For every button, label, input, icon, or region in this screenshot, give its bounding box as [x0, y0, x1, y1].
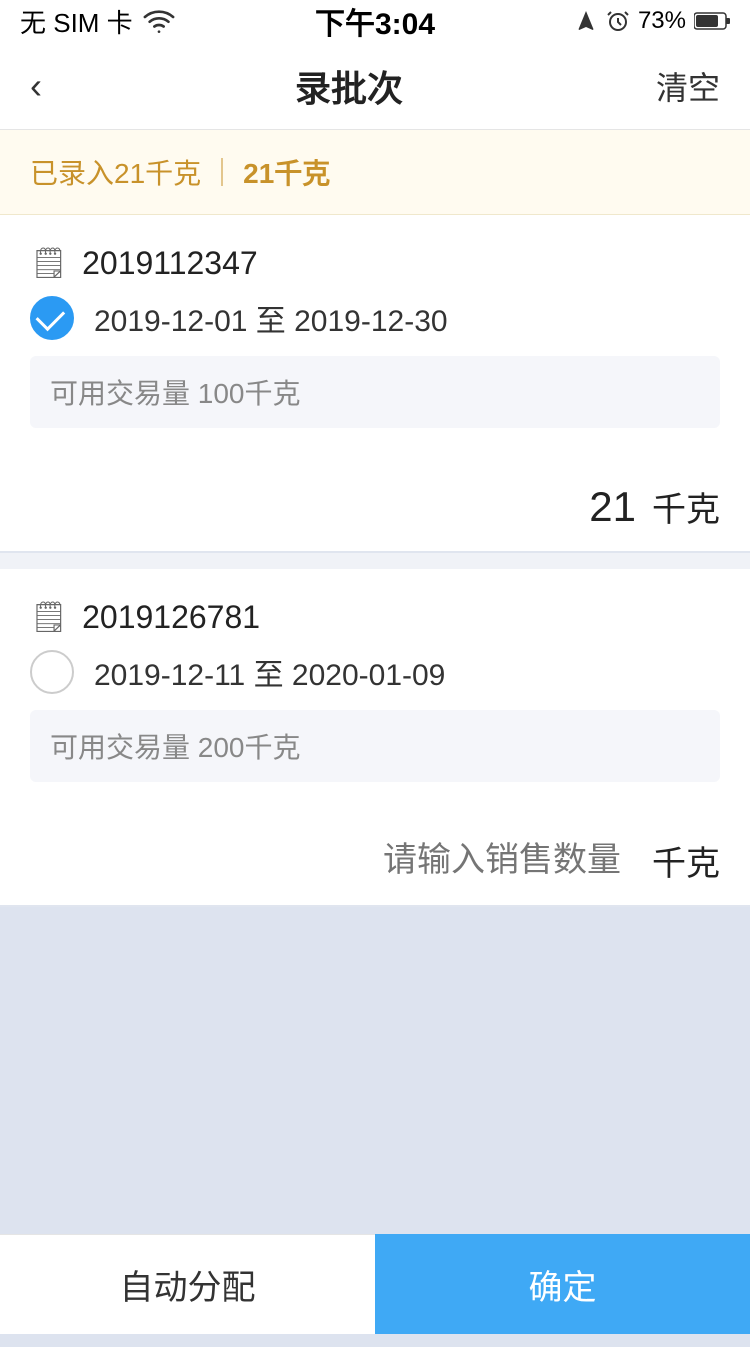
batch-id-1: 2019112347: [82, 245, 258, 282]
batch-header-2: 🗒 2019126781: [30, 599, 720, 636]
bottom-bar: 自动分配 确定: [0, 1234, 750, 1334]
clear-button[interactable]: 清空: [656, 63, 720, 109]
batch-card-1: 🗒 2019112347 2019-12-01 至 2019-12-30 可用交…: [0, 215, 750, 553]
batch-id-2: 2019126781: [82, 599, 260, 636]
status-right: 73%: [574, 7, 730, 35]
batch-card-2: 🗒 2019126781 2019-12-11 至 2020-01-09 可用交…: [0, 569, 750, 907]
status-left: 无 SIM 卡: [20, 3, 175, 40]
batch-id-icon-2: 🗒: [30, 600, 68, 635]
radio-2[interactable]: [30, 650, 74, 694]
radio-1[interactable]: [30, 296, 74, 340]
batch-header-1: 🗒 2019112347: [30, 245, 720, 282]
quantity-unit-1: 千克: [652, 482, 720, 531]
status-bar: 无 SIM 卡 下午3:04 73%: [0, 0, 750, 42]
batch-available-1: 可用交易量 100千克: [30, 356, 720, 428]
info-divider: [221, 158, 223, 186]
location-icon: [574, 9, 598, 33]
info-label: 已录入21千克: [30, 152, 201, 192]
batch-id-icon-1: 🗒: [30, 246, 68, 281]
quantity-input-2[interactable]: [30, 841, 636, 880]
wifi-icon: [143, 5, 175, 37]
page-title: 录批次: [295, 60, 403, 112]
auto-distribute-button[interactable]: 自动分配: [0, 1234, 375, 1334]
confirm-button[interactable]: 确定: [375, 1234, 750, 1334]
alarm-icon: [606, 9, 630, 33]
info-banner: 已录入21千克 21千克: [0, 130, 750, 215]
batch-date-1: 2019-12-01 至 2019-12-30: [94, 296, 448, 340]
status-time: 下午3:04: [315, 0, 435, 43]
batch-item-1: 🗒 2019112347 2019-12-01 至 2019-12-30 可用交…: [0, 215, 750, 468]
batch-item-2: 🗒 2019126781 2019-12-11 至 2020-01-09 可用交…: [0, 569, 750, 822]
quantity-value-1: 21: [589, 483, 636, 531]
quantity-row-1: 21 千克: [0, 468, 750, 553]
separator: [0, 553, 750, 569]
batch-date-row-1[interactable]: 2019-12-01 至 2019-12-30: [30, 296, 720, 340]
quantity-input-row-2: 千克: [0, 822, 750, 907]
battery-text: 73%: [638, 7, 686, 35]
batch-date-2: 2019-12-11 至 2020-01-09: [94, 650, 445, 694]
nav-bar: ‹ 录批次 清空: [0, 42, 750, 130]
back-button[interactable]: ‹: [30, 65, 42, 107]
carrier-text: 无 SIM 卡: [20, 3, 133, 40]
battery-icon: [694, 11, 730, 31]
batch-available-2: 可用交易量 200千克: [30, 710, 720, 782]
quantity-unit-2: 千克: [652, 836, 720, 885]
batch-date-row-2[interactable]: 2019-12-11 至 2020-01-09: [30, 650, 720, 694]
info-value: 21千克: [243, 152, 330, 192]
